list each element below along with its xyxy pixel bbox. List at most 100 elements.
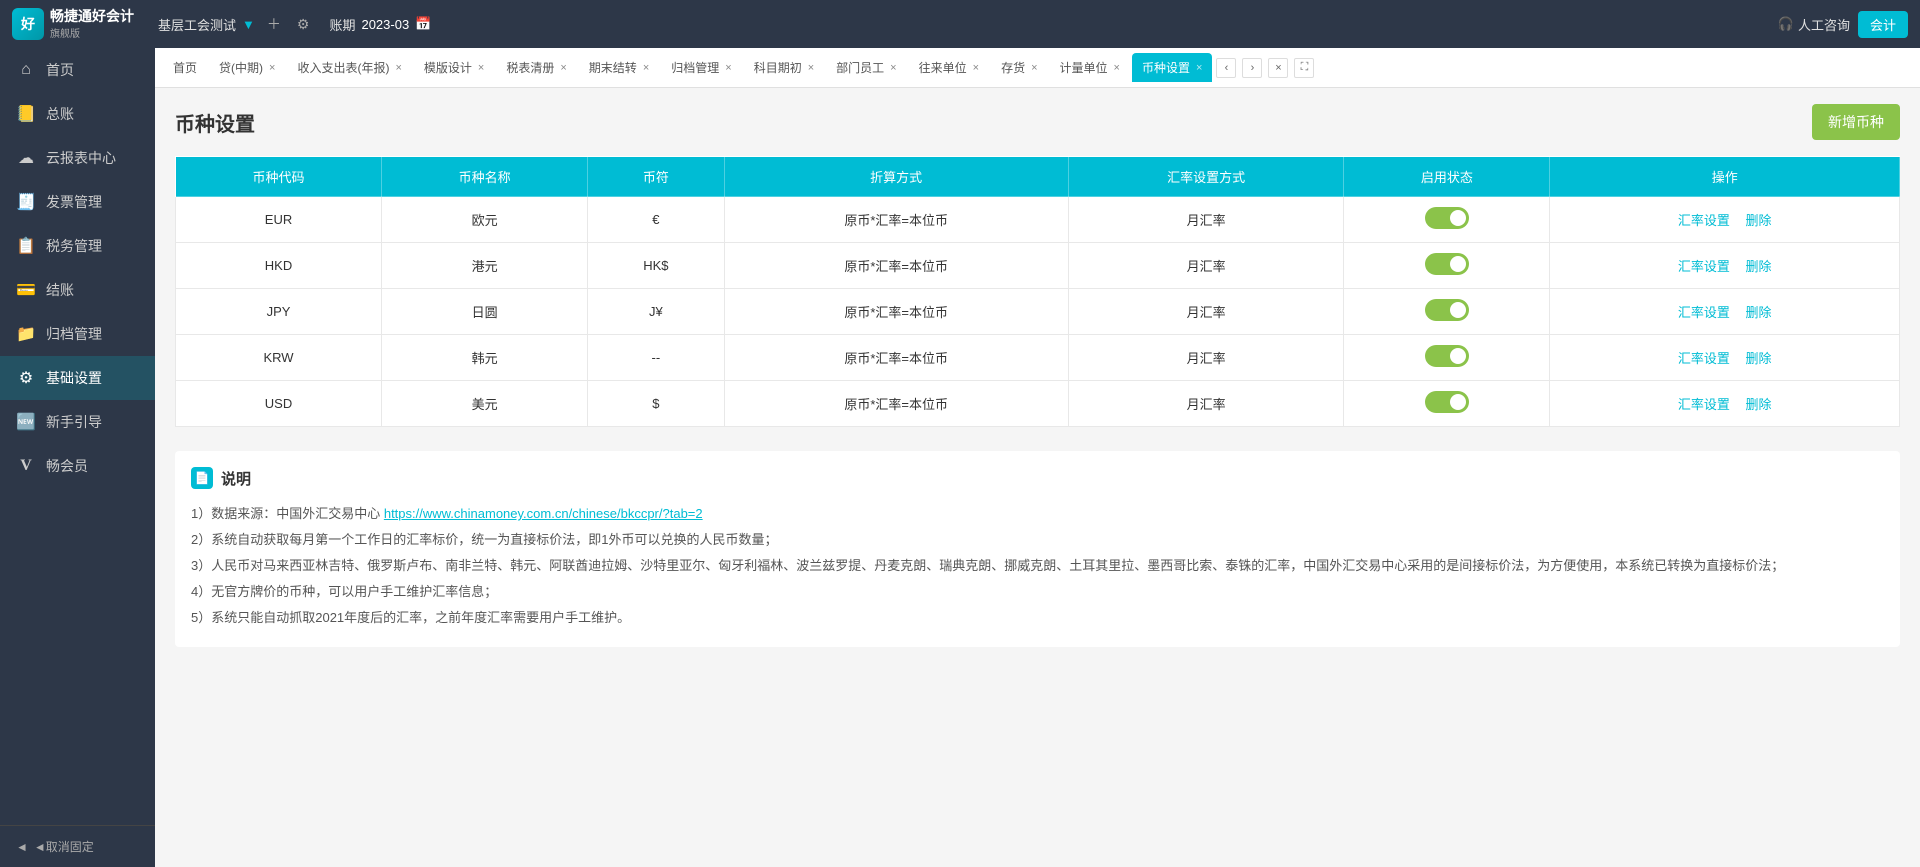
archive-icon: 📁	[16, 324, 36, 344]
delete-link-3[interactable]: 删除	[1746, 351, 1772, 366]
tab-prev-btn[interactable]: ‹	[1216, 58, 1236, 78]
tab-archive-close[interactable]: ×	[725, 62, 731, 74]
tab-period-label: 期末结转	[589, 59, 637, 76]
pin-icon: ◄	[16, 840, 28, 854]
notes-list: 1）数据来源：中国外汇交易中心 https://www.chinamoney.c…	[191, 501, 1884, 631]
cell-rate-method-0: 月汇率	[1068, 197, 1344, 243]
delete-link-2[interactable]: 删除	[1746, 305, 1772, 320]
tab-period-close[interactable]: ×	[643, 62, 649, 74]
tab-currency-close[interactable]: ×	[1196, 62, 1202, 74]
tab-close-all-btn[interactable]: ×	[1268, 58, 1288, 78]
tab-archive[interactable]: 归档管理 ×	[661, 53, 741, 82]
tab-unit[interactable]: 计量单位 ×	[1050, 53, 1130, 82]
settings-icon: ⚙	[16, 368, 36, 388]
notes-link[interactable]: https://www.chinamoney.com.cn/chinese/bk…	[384, 506, 703, 521]
tab-balance-label: 贷(中期)	[219, 59, 263, 76]
cell-actions-1: 汇率设置 删除	[1550, 243, 1900, 289]
notes-item: 5）系统只能自动抓取2021年度后的汇率，之前年度汇率需要用户手工维护。	[191, 605, 1884, 631]
delete-link-1[interactable]: 删除	[1746, 259, 1772, 274]
add-icon[interactable]: ＋	[263, 10, 285, 38]
tab-template-close[interactable]: ×	[478, 62, 484, 74]
cell-rate-method-2: 月汇率	[1068, 289, 1344, 335]
tab-tax-close[interactable]: ×	[560, 62, 566, 74]
support-label: 人工咨询	[1798, 15, 1850, 34]
tab-bar: 首页 贷(中期) × 收入支出表(年报) × 模版设计 × 税表清册 ×	[155, 48, 1920, 88]
sidebar-item-checkout[interactable]: 💳 结账	[0, 268, 155, 312]
notes-title: 📄 说明	[191, 467, 1884, 489]
sidebar-item-invoice[interactable]: 🧾 发票管理	[0, 180, 155, 224]
cell-status-4	[1344, 381, 1550, 427]
tab-balance-close[interactable]: ×	[269, 62, 275, 74]
tab-income[interactable]: 收入支出表(年报) ×	[287, 53, 411, 82]
tab-income-close[interactable]: ×	[395, 62, 401, 74]
delete-link-4[interactable]: 删除	[1746, 397, 1772, 412]
rate-setting-link-3[interactable]: 汇率设置	[1678, 351, 1730, 366]
tab-inventory[interactable]: 存货 ×	[991, 53, 1047, 82]
sidebar-item-tax[interactable]: 📋 税务管理	[0, 224, 155, 268]
top-bar-actions: 🎧 人工咨询 会计	[1778, 11, 1908, 38]
delete-link-0[interactable]: 删除	[1746, 213, 1772, 228]
support-button[interactable]: 🎧 人工咨询	[1778, 15, 1850, 34]
tab-dept[interactable]: 部门员工 ×	[826, 53, 906, 82]
sidebar-item-home[interactable]: ⌂ 首页	[0, 48, 155, 92]
cell-code-4: USD	[176, 381, 382, 427]
guide-icon: 🆕	[16, 412, 36, 432]
tax-icon: 📋	[16, 236, 36, 256]
top-bar: 好 畅捷通好会计 旗舰版 基层工会测试 ▼ ＋ ⚙ 账期 2023-03 📅 🎧…	[0, 0, 1920, 48]
tab-expand-btn[interactable]: ⛶	[1294, 58, 1314, 78]
sidebar-item-reports[interactable]: ☁ 云报表中心	[0, 136, 155, 180]
tab-template[interactable]: 模版设计 ×	[414, 53, 494, 82]
notes-item: 3）人民币对马来西亚林吉特、俄罗斯卢布、南非兰特、韩元、阿联酋迪拉姆、沙特里亚尔…	[191, 553, 1884, 579]
rate-setting-link-0[interactable]: 汇率设置	[1678, 213, 1730, 228]
tab-dept-close[interactable]: ×	[890, 62, 896, 74]
cell-actions-3: 汇率设置 删除	[1550, 335, 1900, 381]
sidebar-pin-toggle[interactable]: ◄ ◄取消固定	[0, 825, 155, 867]
company-selector[interactable]: 基层工会测试 ▼	[158, 15, 255, 34]
tab-balance[interactable]: 贷(中期) ×	[209, 53, 285, 82]
sidebar-item-ledger[interactable]: 📒 总账	[0, 92, 155, 136]
sidebar-label-archive: 归档管理	[46, 324, 102, 344]
toggle-status-3[interactable]	[1425, 345, 1469, 367]
tab-unit-close[interactable]: ×	[1114, 62, 1120, 74]
reports-icon: ☁	[16, 148, 36, 168]
tab-next-btn[interactable]: ›	[1242, 58, 1262, 78]
settings-gear-icon[interactable]: ⚙	[293, 12, 314, 37]
checkout-icon: 💳	[16, 280, 36, 300]
tab-period[interactable]: 期末结转 ×	[579, 53, 659, 82]
tab-inventory-close[interactable]: ×	[1031, 62, 1037, 74]
tab-partner-close[interactable]: ×	[973, 62, 979, 74]
cell-symbol-0: €	[588, 197, 724, 243]
sidebar-label-guide: 新手引导	[46, 412, 102, 432]
sidebar-item-archive[interactable]: 📁 归档管理	[0, 312, 155, 356]
rate-setting-link-4[interactable]: 汇率设置	[1678, 397, 1730, 412]
tab-template-label: 模版设计	[424, 59, 472, 76]
toggle-status-4[interactable]	[1425, 391, 1469, 413]
new-currency-button[interactable]: 新增币种	[1812, 104, 1900, 140]
sidebar-item-settings[interactable]: ⚙ 基础设置	[0, 356, 155, 400]
calendar-icon[interactable]: 📅	[415, 16, 431, 32]
cell-status-1	[1344, 243, 1550, 289]
sidebar-item-guide[interactable]: 🆕 新手引导	[0, 400, 155, 444]
cell-code-2: JPY	[176, 289, 382, 335]
tab-dept-label: 部门员工	[836, 59, 884, 76]
sidebar-item-member[interactable]: V 畅会员	[0, 444, 155, 488]
table-row: JPY 日圆 J¥ 原币*汇率=本位币 月汇率 汇率设置 删除	[176, 289, 1900, 335]
cell-conversion-2: 原币*汇率=本位币	[724, 289, 1068, 335]
toggle-status-2[interactable]	[1425, 299, 1469, 321]
rate-setting-link-1[interactable]: 汇率设置	[1678, 259, 1730, 274]
tab-currency[interactable]: 币种设置 ×	[1132, 53, 1212, 82]
account-button[interactable]: 会计	[1858, 11, 1908, 38]
tab-subjects[interactable]: 科目期初 ×	[744, 53, 824, 82]
rate-setting-link-2[interactable]: 汇率设置	[1678, 305, 1730, 320]
tab-subjects-close[interactable]: ×	[808, 62, 814, 74]
ledger-icon: 📒	[16, 104, 36, 124]
toggle-status-0[interactable]	[1425, 207, 1469, 229]
invoice-icon: 🧾	[16, 192, 36, 212]
tab-partner[interactable]: 往来单位 ×	[909, 53, 989, 82]
tab-home[interactable]: 首页	[163, 53, 207, 82]
cell-conversion-0: 原币*汇率=本位币	[724, 197, 1068, 243]
tab-tax[interactable]: 税表清册 ×	[496, 53, 576, 82]
table-row: HKD 港元 HK$ 原币*汇率=本位币 月汇率 汇率设置 删除	[176, 243, 1900, 289]
cell-actions-2: 汇率设置 删除	[1550, 289, 1900, 335]
toggle-status-1[interactable]	[1425, 253, 1469, 275]
